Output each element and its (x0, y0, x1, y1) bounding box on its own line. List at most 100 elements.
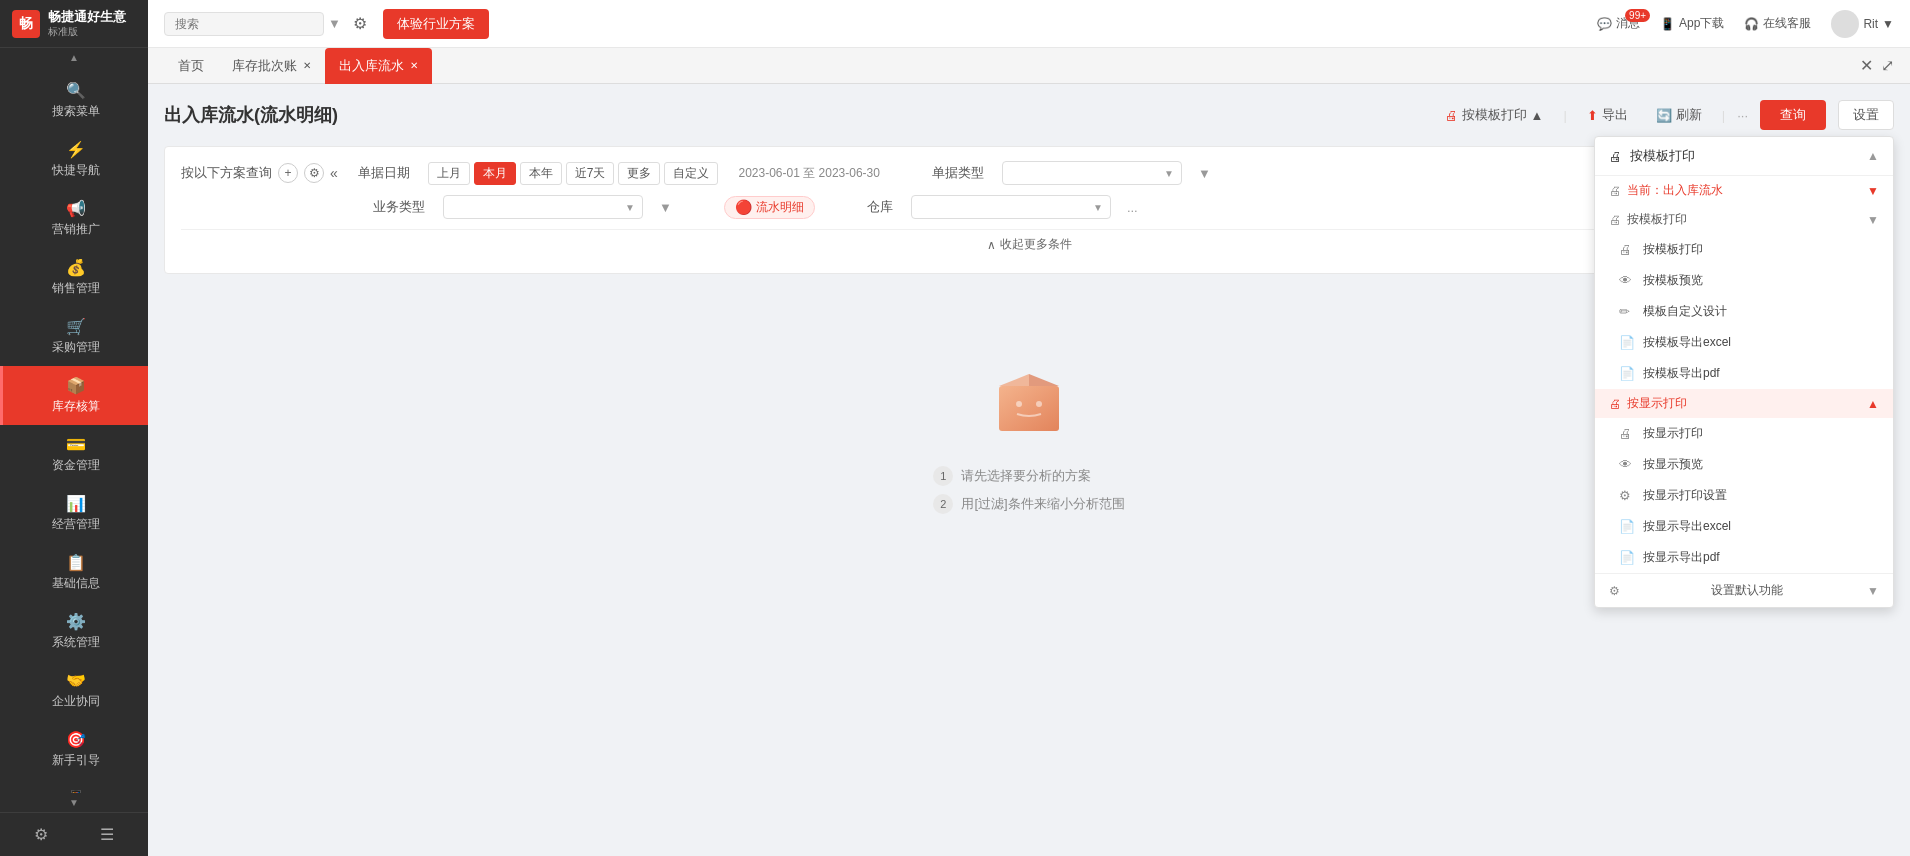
topbar-search-input[interactable] (164, 12, 324, 36)
export-icon: ⬆ (1587, 108, 1598, 123)
message-badge: 99+ (1625, 9, 1650, 22)
topbar-message[interactable]: 💬 消息 99+ (1597, 15, 1640, 32)
date-btn-prev-month[interactable]: 上月 (428, 162, 470, 185)
more-dots-icon[interactable]: ··· (1737, 108, 1748, 123)
dropdown-item-template-print[interactable]: 🖨 按模板打印 (1595, 234, 1893, 265)
warehouse-more-icon[interactable]: ... (1127, 200, 1138, 215)
sidebar-item-finance[interactable]: 💳 资金管理 (0, 425, 148, 484)
dropdown-item-template-export-excel[interactable]: 📄 按模板导出excel (1595, 327, 1893, 358)
topbar-right: 💬 消息 99+ 📱 App下载 🎧 在线客服 Rit ▼ (1597, 10, 1894, 38)
settings-button[interactable]: 设置 (1838, 100, 1894, 130)
purchase-icon: 🛒 (66, 317, 86, 336)
business-type-select[interactable] (443, 195, 643, 219)
quicknav-icon: ⚡ (66, 140, 86, 159)
tab-home[interactable]: 首页 (164, 48, 218, 84)
sidebar-item-collab[interactable]: 🤝 企业协同 (0, 661, 148, 720)
tab-flow[interactable]: 出入库流水 ✕ (325, 48, 432, 84)
filter-active-tag[interactable]: 🔴 流水明细 (724, 196, 815, 219)
dropdown-header-chevron[interactable]: ▲ (1867, 149, 1879, 163)
dropdown-display-print-header[interactable]: 🖨 按显示打印 ▲ (1595, 389, 1893, 418)
current-chevron-icon: ▼ (1867, 184, 1879, 198)
filter-add-button[interactable]: + (278, 163, 298, 183)
refresh-icon: 🔄 (1656, 108, 1672, 123)
template-section-icon: 🖨 (1609, 213, 1621, 227)
svg-point-4 (1036, 401, 1042, 407)
divider2: | (1722, 108, 1725, 123)
tab-close-flow[interactable]: ✕ (410, 60, 418, 71)
dropdown-current-item[interactable]: 🖨 当前：出入库流水 ▼ (1595, 176, 1893, 205)
date-btn-last7[interactable]: 近7天 (566, 162, 615, 185)
template-section-chevron-icon: ▼ (1867, 213, 1879, 227)
date-label: 单据日期 (358, 164, 410, 182)
doc-type-chevron-icon[interactable]: ▼ (1198, 166, 1211, 181)
topbar-app-download[interactable]: 📱 App下载 (1660, 15, 1724, 32)
template-print-icon: 🖨 (1619, 242, 1635, 257)
dropdown-item-display-print[interactable]: 🖨 按显示打印 (1595, 418, 1893, 449)
dropdown-template-print-header[interactable]: 🖨 按模板打印 ▼ (1595, 205, 1893, 234)
refresh-button[interactable]: 🔄 刷新 (1648, 102, 1710, 128)
sidebar-item-marketing[interactable]: 📢 营销推广 (0, 189, 148, 248)
system-icon: ⚙️ (66, 612, 86, 631)
inventory-icon: 📦 (66, 376, 86, 395)
active-tag-container: 🔴 流水明细 (724, 196, 815, 219)
business-chevron-icon[interactable]: ▼ (659, 200, 672, 215)
sidebar-item-search[interactable]: 🔍 搜索菜单 (0, 71, 148, 130)
tab-batch[interactable]: 库存批次账 ✕ (218, 48, 325, 84)
dropdown-item-display-export-excel[interactable]: 📄 按显示导出excel (1595, 511, 1893, 542)
date-btn-custom[interactable]: 自定义 (664, 162, 718, 185)
sidebar-item-inventory[interactable]: 📦 库存核算 (0, 366, 148, 425)
export-button[interactable]: ⬆ 导出 (1579, 102, 1636, 128)
dropdown-footer[interactable]: ⚙ 设置默认功能 ▼ (1595, 573, 1893, 607)
excel-icon1: 📄 (1619, 335, 1635, 350)
sidebar-item-purchase[interactable]: 🛒 采购管理 (0, 307, 148, 366)
warehouse-select[interactable] (911, 195, 1111, 219)
empty-icon (979, 346, 1079, 446)
sidebar-item-operations[interactable]: 📊 经营管理 (0, 484, 148, 543)
empty-steps: 1 请先选择要分析的方案 2 用[过滤]条件来缩小分析范围 (933, 466, 1124, 514)
message-icon: 💬 (1597, 17, 1612, 31)
topbar-online-service[interactable]: 🎧 在线客服 (1744, 15, 1811, 32)
dropdown-header: 🖨 按模板打印 ▲ (1595, 137, 1893, 176)
dropdown-item-template-export-pdf[interactable]: 📄 按模板导出pdf (1595, 358, 1893, 389)
dropdown-item-display-print-settings[interactable]: ⚙ 按显示打印设置 (1595, 480, 1893, 511)
date-btn-this-month[interactable]: 本月 (474, 162, 516, 185)
footer-settings-icon: ⚙ (1609, 584, 1620, 598)
sidebar-item-quicknav[interactable]: ⚡ 快捷导航 (0, 130, 148, 189)
sidebar-menu-btn[interactable]: ☰ (100, 825, 114, 844)
svg-marker-1 (999, 374, 1029, 386)
print-chevron-icon: ▲ (1531, 108, 1544, 123)
sidebar-settings-btn[interactable]: ⚙ (34, 825, 48, 844)
date-shortcuts: 上月 本月 本年 近7天 更多 自定义 (428, 162, 719, 185)
query-button[interactable]: 查询 (1760, 100, 1826, 130)
sidebar-item-guide[interactable]: 🎯 新手引导 (0, 720, 148, 779)
sidebar-scroll-up: ▲ (0, 48, 148, 67)
sidebar-item-basic[interactable]: 📋 基础信息 (0, 543, 148, 602)
tab-expand-icon[interactable]: ⤢ (1881, 56, 1894, 75)
dropdown-item-display-preview[interactable]: 👁 按显示预览 (1595, 449, 1893, 480)
page-header: 出入库流水(流水明细) 🖨 按模板打印 ▲ | ⬆ 导出 🔄 刷新 | ··· (164, 100, 1894, 130)
sidebar-item-sales[interactable]: 💰 销售管理 (0, 248, 148, 307)
doc-type-select[interactable] (1002, 161, 1182, 185)
dropdown-item-template-preview[interactable]: 👁 按模板预览 (1595, 265, 1893, 296)
basic-icon: 📋 (66, 553, 86, 572)
print-dropdown-panel: 🖨 按模板打印 ▲ 🖨 当前：出入库流水 ▼ 🖨 按模板打印 ▼ 🖨 按模板打印 (1594, 136, 1894, 608)
trial-button[interactable]: 体验行业方案 (383, 9, 489, 39)
filter-collapse-icon[interactable]: « (330, 165, 338, 181)
topbar-user[interactable]: Rit ▼ (1831, 10, 1894, 38)
sidebar-item-apps[interactable]: 📱 应用中心 (0, 779, 148, 793)
date-btn-more[interactable]: 更多 (618, 162, 660, 185)
tab-close-all-icon[interactable]: ✕ (1860, 56, 1873, 75)
date-btn-this-year[interactable]: 本年 (520, 162, 562, 185)
sidebar-item-system[interactable]: ⚙️ 系统管理 (0, 602, 148, 661)
dropdown-item-display-export-pdf[interactable]: 📄 按显示导出pdf (1595, 542, 1893, 573)
user-chevron-icon: ▼ (1882, 17, 1894, 31)
topbar-chevron-icon[interactable]: ▼ (328, 16, 341, 31)
print-template-button[interactable]: 🖨 按模板打印 ▲ (1437, 102, 1552, 128)
logo-icon: 畅 (12, 10, 40, 38)
svg-rect-0 (999, 386, 1059, 431)
topbar-gear-icon[interactable]: ⚙ (353, 14, 367, 33)
dropdown-item-template-custom[interactable]: ✏ 模板自定义设计 (1595, 296, 1893, 327)
filter-settings-button[interactable]: ⚙ (304, 163, 324, 183)
warehouse-label: 仓库 (867, 198, 893, 216)
tab-close-batch[interactable]: ✕ (303, 60, 311, 71)
